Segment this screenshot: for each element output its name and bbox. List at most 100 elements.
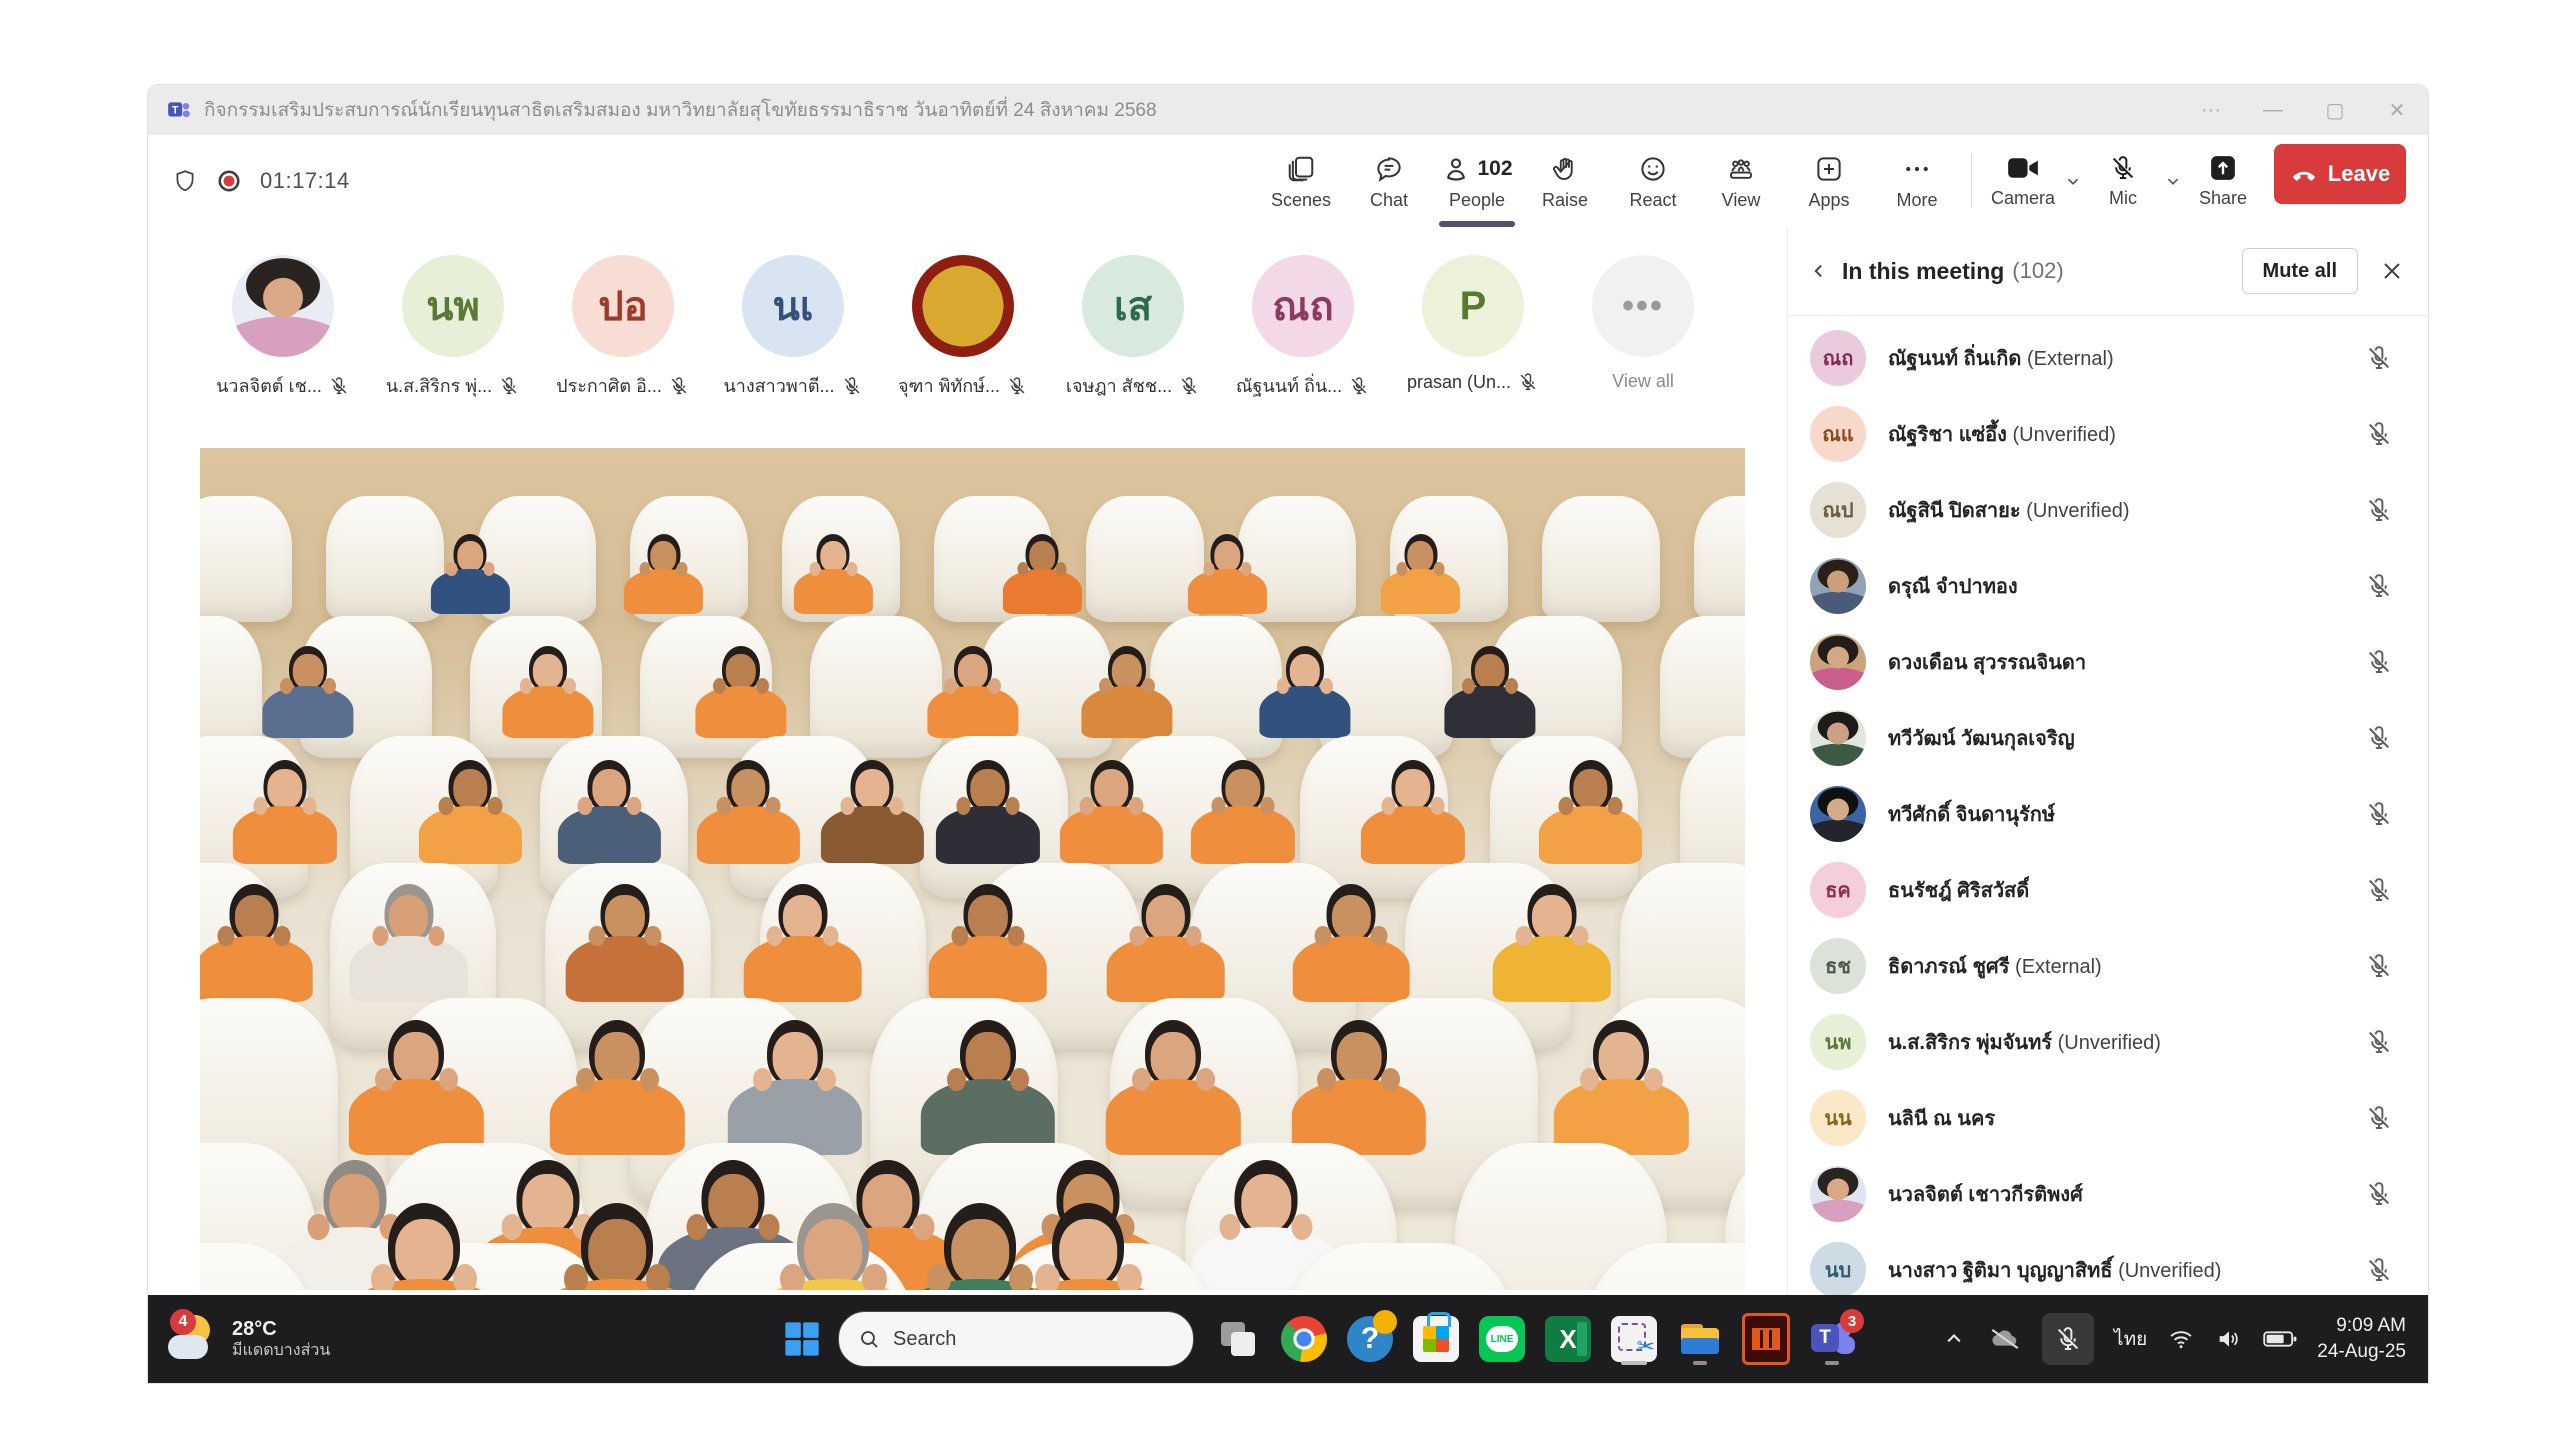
onedrive-paused-icon[interactable] xyxy=(1988,1325,2022,1353)
orange-grid-app-taskbar-button[interactable] xyxy=(1742,1311,1790,1367)
tray-mic-muted-button[interactable] xyxy=(2042,1313,2095,1365)
participant-avatar xyxy=(1810,786,1866,842)
mic-options-chevron[interactable] xyxy=(2162,170,2184,192)
participant-row[interactable]: ณแ ณัฐริชา แซ่อึ้ง (Unverified) xyxy=(1788,396,2428,472)
avatar-strip-item[interactable]: Pprasan (Un... xyxy=(1398,255,1548,393)
battery-icon[interactable] xyxy=(2263,1325,2297,1353)
wifi-icon[interactable] xyxy=(2167,1325,2195,1353)
svg-text:T: T xyxy=(172,104,179,116)
toolbar-tab-people[interactable]: 102 People xyxy=(1433,140,1521,227)
attendee-figure xyxy=(1187,534,1268,614)
search-icon xyxy=(857,1327,881,1351)
camera-options-chevron[interactable] xyxy=(2062,170,2084,192)
attendee-figure xyxy=(1292,884,1410,1003)
start-button[interactable] xyxy=(778,1315,826,1363)
meeting-security-icon[interactable] xyxy=(172,168,198,194)
participant-avatar: ธช xyxy=(1810,938,1866,994)
toolbar-tab-scenes[interactable]: Scenes xyxy=(1257,140,1345,222)
mic-muted-icon[interactable] xyxy=(2364,1255,2394,1285)
window-close-button[interactable]: ✕ xyxy=(2366,85,2428,135)
toolbar-tab-react[interactable]: React xyxy=(1609,140,1697,222)
participant-row[interactable]: ดวงเดือน สุวรรณจินดา xyxy=(1788,624,2428,700)
mic-muted-icon[interactable] xyxy=(2364,951,2394,981)
avatar-strip-item[interactable]: ปอ ประกาศิต อิ... xyxy=(548,255,698,400)
toolbar-tab-more[interactable]: More xyxy=(1873,140,1961,222)
mic-muted-icon[interactable] xyxy=(2364,343,2394,373)
view-all-button[interactable]: ••• View all xyxy=(1568,255,1718,392)
file-explorer-taskbar-button[interactable] xyxy=(1676,1311,1724,1367)
help-app-taskbar-button[interactable]: ? xyxy=(1346,1310,1397,1367)
participant-row[interactable]: นวลจิตต์ เชาวกีรติพงศ์ xyxy=(1788,1156,2428,1232)
mic-muted-icon[interactable] xyxy=(2364,1179,2394,1209)
camera-button[interactable]: Camera xyxy=(1986,153,2060,209)
mic-muted-icon[interactable] xyxy=(2364,799,2394,829)
panel-close-icon[interactable] xyxy=(2378,257,2406,285)
window-more-button[interactable]: ··· xyxy=(2180,85,2242,135)
toolbar-tab-raise[interactable]: Raise xyxy=(1521,140,1609,222)
snipping-tool-taskbar-button[interactable]: ✂ xyxy=(1610,1311,1658,1367)
participant-row[interactable]: นพ น.ส.สิริกร พุ่มจันทร์ (Unverified) xyxy=(1788,1004,2428,1080)
toolbar-tab-apps[interactable]: Apps xyxy=(1785,140,1873,222)
avatar-strip-item[interactable]: ณถ ณัฐนนท์ ถิ่น... xyxy=(1228,255,1378,400)
participant-row[interactable]: ธช ธิดาภรณ์ ชูศรี (External) xyxy=(1788,928,2428,1004)
participant-row[interactable]: นบ นางสาว ฐิติมา บุญญาสิทธิ์ (Unverified) xyxy=(1788,1232,2428,1295)
weather-widget[interactable]: 4 28°C มีแดดบางส่วน xyxy=(162,1309,422,1365)
task-view-taskbar-button[interactable] xyxy=(1214,1311,1262,1367)
microsoft-store-taskbar-button[interactable] xyxy=(1412,1311,1460,1367)
participant-row[interactable]: ทวีศักดิ์ จินดานุรักษ์ xyxy=(1788,776,2428,852)
panel-divider xyxy=(1788,315,2428,316)
participant-row[interactable]: ณถ ณัฐนนท์ ถิ่นเกิด (External) xyxy=(1788,320,2428,396)
mic-muted-icon[interactable] xyxy=(2364,875,2394,905)
participant-row[interactable]: ธค ธนรัชฎ์ ศิริสวัสดิ์ xyxy=(1788,852,2428,928)
attendee-figure xyxy=(262,646,354,738)
panel-back-icon[interactable] xyxy=(1806,258,1832,284)
mic-muted-icon[interactable] xyxy=(2364,1103,2394,1133)
attendee-shirt xyxy=(349,935,468,1003)
chrome-taskbar-button[interactable] xyxy=(1280,1311,1328,1367)
participant-row[interactable]: นน นลินี ณ นคร xyxy=(1788,1080,2428,1156)
avatar-strip-item[interactable]: จุฑา พิทักษ์... xyxy=(888,255,1038,400)
attendee-face xyxy=(951,1218,1010,1286)
attendee-shirt xyxy=(1106,1079,1241,1155)
toolbar-tab-label: Chat xyxy=(1369,190,1409,210)
toolbar-tab-chat[interactable]: Chat xyxy=(1345,140,1433,222)
people-panel: In this meeting (102) Mute all ณถ ณัฐนนท์… xyxy=(1787,227,2428,1295)
attendee-figure xyxy=(623,534,704,614)
toolbar-tab-view[interactable]: View xyxy=(1697,140,1785,222)
mic-muted-icon[interactable] xyxy=(2364,723,2394,753)
share-button[interactable]: Share xyxy=(2186,153,2260,209)
avatar-strip-item[interactable]: เส เจษฎา สัชช... xyxy=(1058,255,1208,400)
participant-row[interactable]: ดรุณี จำปาทอง xyxy=(1788,548,2428,624)
excel-icon: X xyxy=(1545,1316,1591,1362)
window-minimize-button[interactable]: — xyxy=(2242,85,2304,135)
avatar-strip-item[interactable]: นเ นางสาวพาตี... xyxy=(718,255,868,400)
avatar-strip-item[interactable]: นพ น.ส.สิริกร พุ่... xyxy=(378,255,528,400)
avatar-strip-item[interactable]: นวลจิตต์ เช... xyxy=(208,255,358,400)
mic-muted-icon[interactable] xyxy=(2364,419,2394,449)
participant-row[interactable]: ทวีวัฒน์ วัฒนกุลเจริญ xyxy=(1788,700,2428,776)
chat-icon xyxy=(1374,154,1404,184)
clock[interactable]: 9:09 AM 24-Aug-25 xyxy=(2317,1313,2406,1364)
attendee-hand xyxy=(1381,796,1396,815)
line-app-taskbar-button[interactable]: LINE xyxy=(1478,1311,1526,1367)
participant-name-label: นางสาวพาตี... xyxy=(723,376,835,396)
participant-row[interactable]: ณป ณัฐสินี ปิดสายะ (Unverified) xyxy=(1788,472,2428,548)
mic-muted-icon[interactable] xyxy=(2364,1027,2394,1057)
leave-button[interactable]: Leave xyxy=(2274,144,2406,204)
mic-muted-icon[interactable] xyxy=(2364,647,2394,677)
window-maximize-button[interactable]: ▢ xyxy=(2304,85,2366,135)
attendee-hand xyxy=(428,925,445,947)
search-box[interactable]: Search xyxy=(838,1311,1194,1367)
mic-muted-icon[interactable] xyxy=(2364,571,2394,601)
people-count-badge: 102 xyxy=(1477,157,1513,180)
tray-overflow-chevron[interactable] xyxy=(1940,1325,1968,1353)
participant-name: นวลจิตต์ เชาวกีรติพงศ์ xyxy=(1888,1184,2083,1206)
language-indicator[interactable]: ไทย xyxy=(2114,1324,2147,1354)
mute-all-button[interactable]: Mute all xyxy=(2241,248,2358,294)
mic-muted-icon[interactable] xyxy=(2364,495,2394,525)
participant-avatar: ปอ xyxy=(572,255,674,357)
excel-taskbar-button[interactable]: X xyxy=(1544,1311,1592,1367)
teams-taskbar-button[interactable]: T3 xyxy=(1808,1309,1864,1367)
mic-button[interactable]: Mic xyxy=(2086,153,2160,209)
volume-icon[interactable] xyxy=(2215,1325,2243,1353)
